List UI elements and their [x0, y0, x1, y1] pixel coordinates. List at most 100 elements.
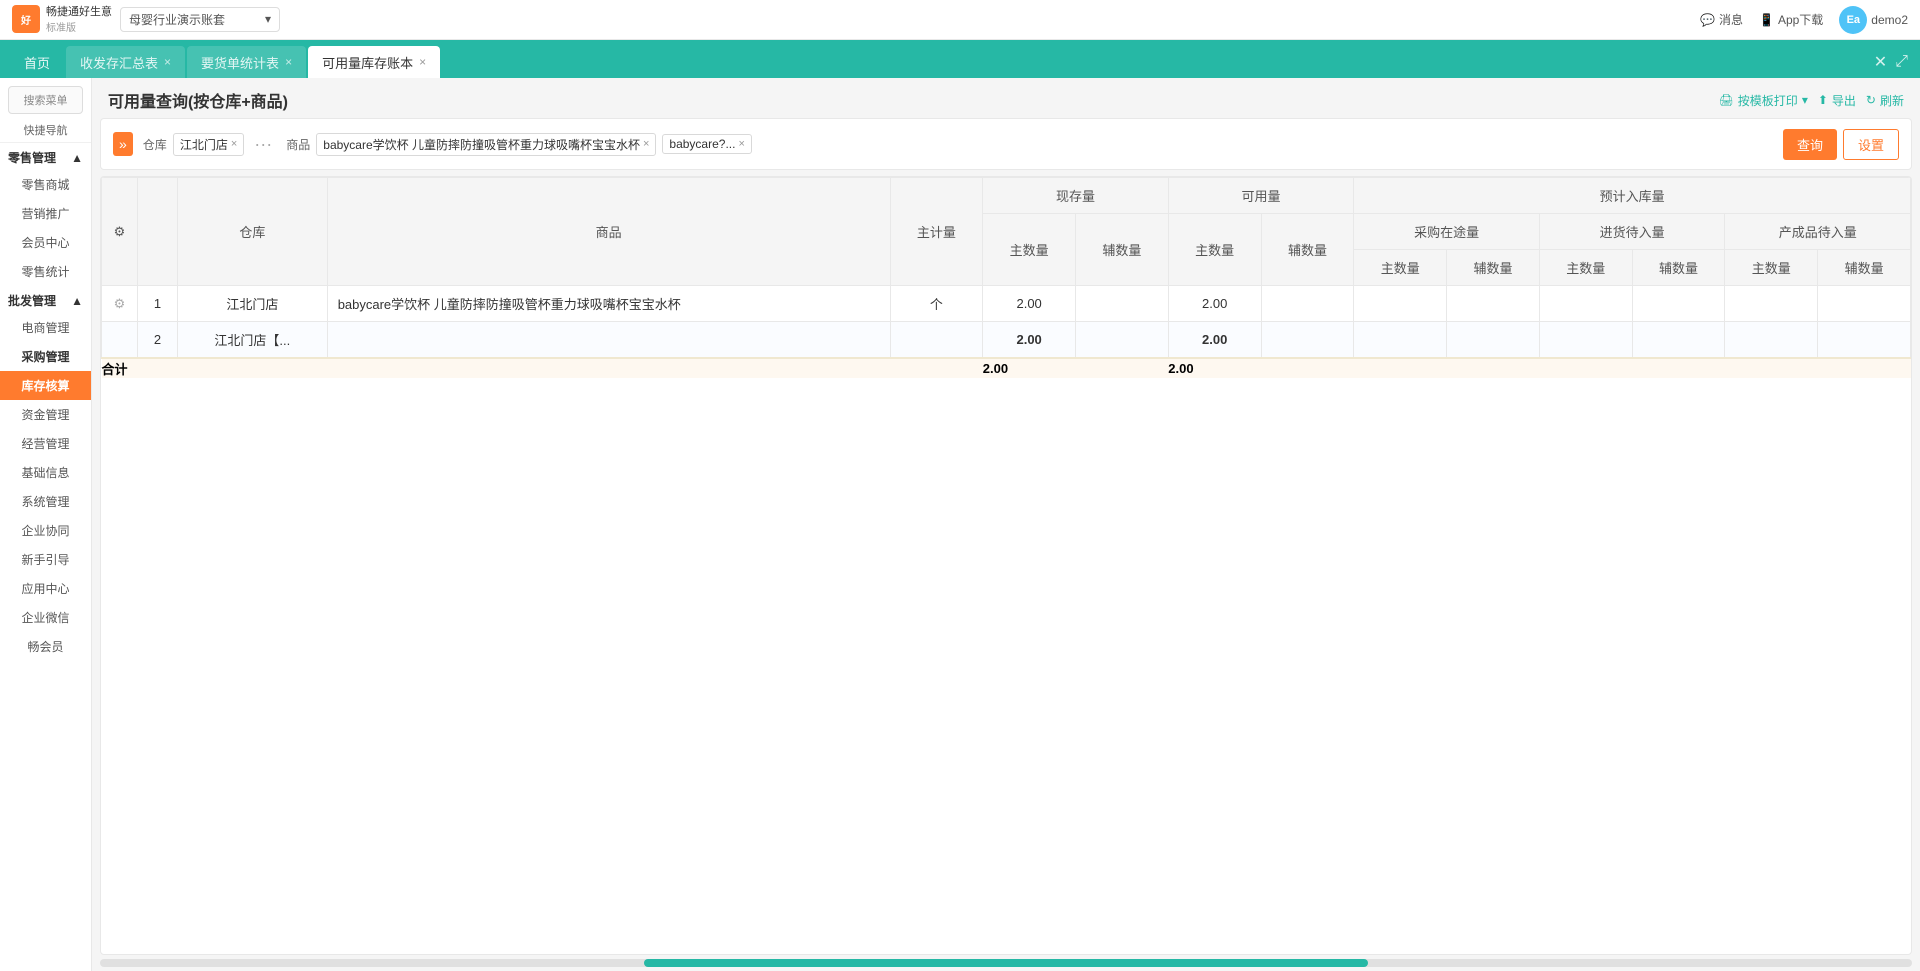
cell-product-aux [1818, 286, 1911, 322]
sidebar: 搜索菜单 快捷导航 零售管理 ▲ 零售商城 营销推广 会员中心 零售统计 批发管… [0, 78, 92, 971]
expand-icon[interactable]: ⤢ [1895, 53, 1908, 71]
sidebar-item-collab[interactable]: 企业协同 [0, 516, 91, 545]
col-goods-header: 商品 [327, 178, 890, 286]
goods-tag2[interactable]: babycare?... × [662, 134, 751, 154]
total-row: 合计 2.00 2.00 [102, 358, 1911, 378]
col-avail-aux-header: 辅数量 [1261, 214, 1354, 286]
warehouse-tag[interactable]: 江北门店 × [173, 133, 244, 156]
sidebar-item-ecommerce[interactable]: 电商管理 [0, 313, 91, 342]
print-btn[interactable]: 🖨 按模板打印 ▾ [1719, 92, 1808, 109]
cell-unit [890, 322, 983, 359]
sidebar-search-area: 搜索菜单 [0, 78, 91, 118]
page-header: 可用量查询(按仓库+商品) 🖨 按模板打印 ▾ ⬆ 导出 ↻ 刷新 [92, 78, 1920, 118]
col-forecast-group: 预计入库量 [1354, 178, 1911, 214]
cell-product-main [1725, 286, 1818, 322]
sidebar-item-inventory[interactable]: 库存核算 [0, 371, 91, 400]
col-avail-group: 可用量 [1168, 178, 1354, 214]
export-icon: ⬆ [1818, 93, 1828, 107]
tab-home[interactable]: 首页 [8, 46, 66, 78]
sidebar-item-system[interactable]: 系统管理 [0, 487, 91, 516]
search-menu-btn[interactable]: 搜索菜单 [8, 86, 83, 114]
sidebar-item-finance[interactable]: 资金管理 [0, 400, 91, 429]
sidebar-item-operations[interactable]: 经营管理 [0, 429, 91, 458]
app-label: App下载 [1778, 11, 1823, 28]
sidebar-item-retail-shop[interactable]: 零售商城 [0, 170, 91, 199]
cell-purchase-main [1354, 286, 1447, 322]
col-purchase-group: 采购在途量 [1354, 214, 1540, 250]
chevron-down-icon: ▾ [1802, 93, 1808, 107]
cell-warehouse: 江北门店 [178, 286, 328, 322]
total-purchase-aux [1447, 358, 1540, 378]
cell-avail-main: 2.00 [1168, 322, 1261, 359]
username-label: demo2 [1871, 13, 1908, 27]
tab-close-icon[interactable]: × [164, 55, 171, 69]
sidebar-item-membership[interactable]: 会员中心 [0, 228, 91, 257]
tab-close-icon[interactable]: × [419, 55, 426, 69]
user-profile[interactable]: Ea demo2 [1839, 6, 1908, 34]
industry-select[interactable]: 母婴行业演示账套 ▾ [120, 7, 280, 32]
sidebar-item-member[interactable]: 畅会员 [0, 632, 91, 661]
tab-item-shoufa[interactable]: 收发存汇总表 × [66, 46, 185, 78]
remove-warehouse-icon[interactable]: × [231, 138, 237, 150]
col-inbound-group: 进货待入量 [1539, 214, 1725, 250]
sidebar-group-wholesale[interactable]: 批发管理 ▲ [0, 286, 91, 313]
sidebar-item-retail-stats[interactable]: 零售统计 [0, 257, 91, 286]
refresh-label: 刷新 [1880, 92, 1904, 109]
tab-bar: 首页 收发存汇总表 × 要货单统计表 × 可用量库存账本 × ✕ ⤢ [0, 40, 1920, 78]
remove-goods1-icon[interactable]: × [643, 138, 649, 150]
cell-goods [327, 322, 890, 359]
tab-label: 要货单统计表 [201, 53, 279, 72]
print-label: 按模板打印 [1738, 92, 1798, 109]
tab-item-keyongliang[interactable]: 可用量库存账本 × [308, 46, 440, 78]
sidebar-group-label-text: 批发管理 [8, 292, 56, 309]
sidebar-item-app-center[interactable]: 应用中心 [0, 574, 91, 603]
close-tab-icon[interactable]: ✕ [1874, 52, 1887, 72]
sidebar-nav-btn[interactable]: 快捷导航 [0, 118, 91, 143]
sidebar-group-retail[interactable]: 零售管理 ▲ [0, 143, 91, 170]
export-btn[interactable]: ⬆ 导出 [1818, 92, 1856, 109]
tab-close-icon[interactable]: × [285, 55, 292, 69]
total-inbound-main [1539, 358, 1632, 378]
col-gear-header[interactable]: ⚙ [102, 178, 138, 286]
message-action[interactable]: 💬 消息 [1700, 11, 1743, 28]
col-inbound-main-header: 主数量 [1539, 250, 1632, 286]
total-avail-main: 2.00 [1168, 358, 1261, 378]
sidebar-item-enterprise-wechat[interactable]: 企业微信 [0, 603, 91, 632]
tab-item-yaohuo[interactable]: 要货单统计表 × [187, 46, 306, 78]
scrollbar-track[interactable] [100, 959, 1912, 967]
total-purchase-main [1354, 358, 1447, 378]
total-label: 合计 [102, 358, 983, 378]
remove-goods2-icon[interactable]: × [738, 138, 744, 150]
refresh-btn[interactable]: ↻ 刷新 [1866, 92, 1904, 109]
settings-btn[interactable]: 设置 [1843, 129, 1899, 160]
more-dots-icon[interactable]: ··· [254, 134, 272, 155]
content-area: 可用量查询(按仓库+商品) 🖨 按模板打印 ▾ ⬆ 导出 ↻ 刷新 » [92, 78, 1920, 971]
cell-num: 1 [138, 286, 178, 322]
main-layout: 搜索菜单 快捷导航 零售管理 ▲ 零售商城 营销推广 会员中心 零售统计 批发管… [0, 78, 1920, 971]
scrollbar-thumb[interactable] [644, 959, 1369, 967]
sidebar-item-purchase[interactable]: 采购管理 [0, 342, 91, 371]
app-download-action[interactable]: 📱 App下载 [1759, 11, 1823, 28]
cell-gear[interactable]: ⚙ [102, 286, 138, 322]
sidebar-item-basic-info[interactable]: 基础信息 [0, 458, 91, 487]
cell-num: 2 [138, 322, 178, 359]
tab-label: 收发存汇总表 [80, 53, 158, 72]
message-label: 消息 [1719, 11, 1743, 28]
cell-gear[interactable] [102, 322, 138, 359]
top-bar: 好 畅捷通好生意 标准版 母婴行业演示账套 ▾ 💬 消息 📱 App下载 Ea … [0, 0, 1920, 40]
total-product-main [1725, 358, 1818, 378]
col-purchase-aux-header: 辅数量 [1447, 250, 1540, 286]
query-btn[interactable]: 查询 [1783, 129, 1837, 160]
print-icon: 🖨 [1719, 93, 1734, 107]
filter-toggle-btn[interactable]: » [113, 132, 133, 156]
mobile-icon: 📱 [1759, 13, 1774, 27]
cell-stock-aux [1076, 322, 1169, 359]
top-bar-right: 💬 消息 📱 App下载 Ea demo2 [1700, 6, 1908, 34]
sidebar-item-newbie[interactable]: 新手引导 [0, 545, 91, 574]
sidebar-item-marketing[interactable]: 营销推广 [0, 199, 91, 228]
cell-inbound-aux [1632, 322, 1725, 359]
page-title: 可用量查询(按仓库+商品) [108, 88, 288, 112]
goods-tag1[interactable]: babycare学饮杯 儿童防摔防撞吸管杯重力球吸嘴杯宝宝水杯 × [316, 133, 656, 156]
col-product-aux-header: 辅数量 [1818, 250, 1911, 286]
goods-tag1-text: babycare学饮杯 儿童防摔防撞吸管杯重力球吸嘴杯宝宝水杯 [323, 136, 640, 153]
